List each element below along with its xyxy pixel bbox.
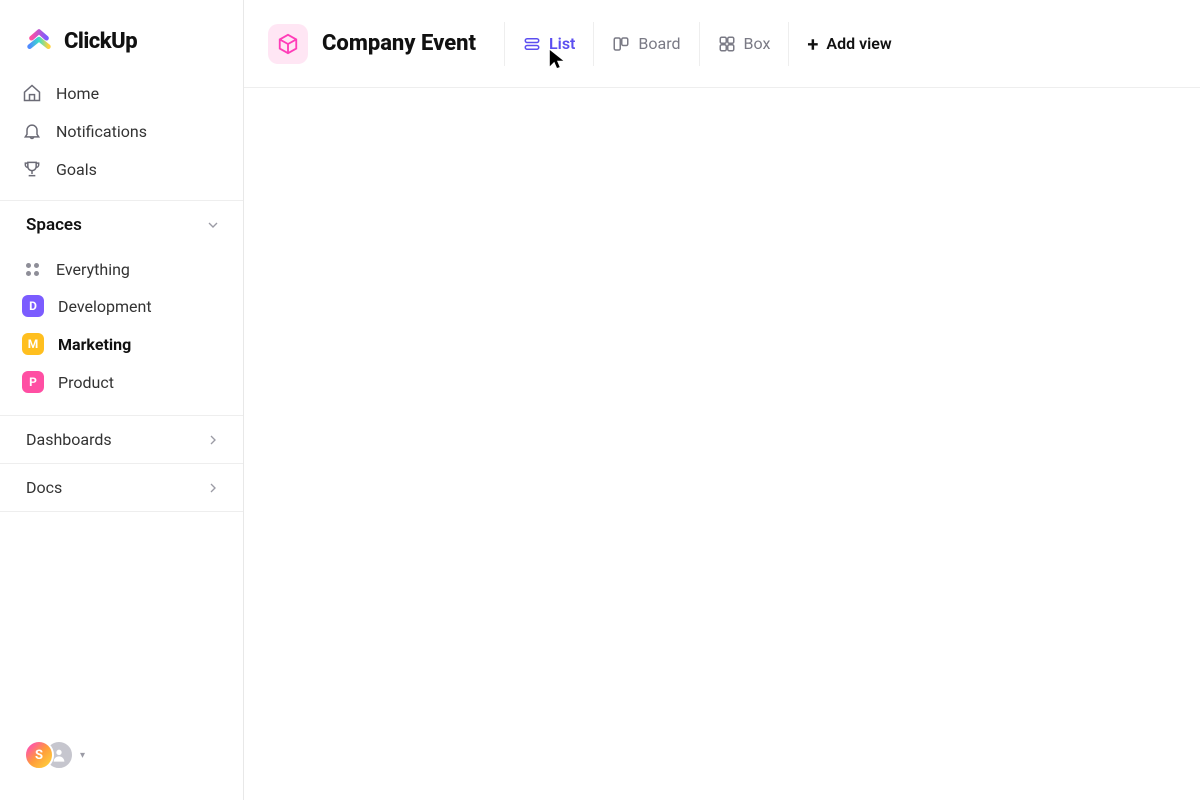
view-tab-list[interactable]: List	[504, 22, 593, 66]
grid-dots-icon	[22, 259, 42, 279]
content-area	[244, 88, 1200, 800]
view-tab-board[interactable]: Board	[593, 22, 698, 66]
primary-nav: Home Notifications Goals	[0, 74, 243, 200]
home-icon	[22, 83, 42, 103]
nav-goals[interactable]: Goals	[8, 150, 235, 188]
chevron-down-icon	[205, 217, 221, 233]
avatar: S	[24, 740, 54, 770]
main: Company Event List Board Box	[244, 0, 1200, 800]
space-item-product[interactable]: P Product	[8, 363, 235, 401]
bell-icon	[22, 121, 42, 141]
nav-label: Notifications	[56, 122, 147, 141]
plus-icon: +	[807, 34, 818, 54]
sidebar-footer[interactable]: S ▾	[0, 722, 243, 800]
space-icon[interactable]	[268, 24, 308, 64]
nav-label: Goals	[56, 160, 97, 179]
section-label: Docs	[26, 478, 62, 497]
nav-home[interactable]: Home	[8, 74, 235, 112]
space-label: Marketing	[58, 335, 131, 354]
board-icon	[612, 35, 630, 53]
view-tab-label: Box	[744, 34, 771, 53]
spaces-title: Spaces	[26, 215, 82, 235]
logo-icon	[24, 26, 54, 56]
chevron-right-icon	[205, 432, 221, 448]
view-tab-label: List	[549, 34, 575, 53]
spaces-list: Everything D Development M Marketing P P…	[0, 249, 243, 415]
space-badge: P	[22, 371, 44, 393]
space-label: Product	[58, 373, 114, 392]
box-grid-icon	[718, 35, 736, 53]
view-tab-label: Board	[638, 34, 680, 53]
brand-logo[interactable]: ClickUp	[0, 0, 243, 74]
spaces-header[interactable]: Spaces	[0, 201, 243, 249]
view-tabs: List Board Box + Add view	[504, 22, 910, 66]
space-badge: M	[22, 333, 44, 355]
brand-name: ClickUp	[64, 29, 137, 54]
sidebar: ClickUp Home Notifications Goals Spaces	[0, 0, 244, 800]
cube-icon	[277, 33, 299, 55]
view-tab-box[interactable]: Box	[699, 22, 789, 66]
space-item-marketing[interactable]: M Marketing	[8, 325, 235, 363]
section-dashboards[interactable]: Dashboards	[0, 415, 243, 463]
topbar: Company Event List Board Box	[244, 0, 1200, 88]
section-label: Dashboards	[26, 430, 112, 449]
add-view-label: Add view	[826, 34, 891, 53]
section-docs[interactable]: Docs	[0, 463, 243, 512]
list-icon	[523, 35, 541, 53]
caret-down-icon: ▾	[80, 750, 85, 761]
space-badge: D	[22, 295, 44, 317]
page-title: Company Event	[322, 31, 476, 56]
space-item-development[interactable]: D Development	[8, 287, 235, 325]
nav-notifications[interactable]: Notifications	[8, 112, 235, 150]
trophy-icon	[22, 159, 42, 179]
chevron-right-icon	[205, 480, 221, 496]
space-label: Development	[58, 297, 152, 316]
space-everything[interactable]: Everything	[8, 251, 235, 287]
space-label: Everything	[56, 260, 130, 279]
nav-label: Home	[56, 84, 99, 103]
add-view-button[interactable]: + Add view	[788, 22, 909, 66]
